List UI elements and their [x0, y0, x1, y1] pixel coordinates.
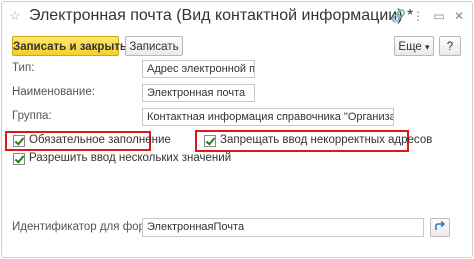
title-bar: ☆ Электронная почта (Вид контактной инфо…	[2, 2, 472, 32]
type-field[interactable]: Адрес электронной почты	[142, 60, 255, 78]
link-icon[interactable]: 🔗	[391, 9, 406, 23]
more-dots-icon[interactable]: ⋮	[411, 9, 425, 23]
window-title: Электронная почта (Вид контактной информ…	[29, 7, 414, 24]
required-label: Обязательное заполнение	[29, 134, 171, 146]
close-icon[interactable]: ✕	[452, 9, 466, 23]
chevron-down-icon: ▾	[425, 42, 430, 52]
star-icon[interactable]: ☆	[9, 8, 23, 23]
group-field[interactable]: Контактная информация справочника "Орган…	[142, 108, 394, 126]
more-menu-label: Еще	[398, 41, 422, 53]
more-menu-button[interactable]: Еще ▾	[394, 36, 434, 56]
save-button[interactable]: Записать	[125, 36, 183, 56]
forbid-invalid-label: Запрещать ввод некорректных адресов	[220, 134, 433, 146]
type-label: Тип:	[12, 62, 35, 74]
save-and-close-button[interactable]: Записать и закрыть	[12, 36, 127, 56]
name-field[interactable]: Электронная почта	[142, 84, 255, 102]
help-button[interactable]: ?	[439, 36, 461, 56]
maximize-icon[interactable]: ▭	[432, 9, 446, 23]
allow-multiple-label: Разрешить ввод нескольких значений	[29, 152, 232, 164]
allow-multiple-checkbox[interactable]	[13, 153, 25, 165]
name-label: Наименование:	[12, 86, 95, 98]
forbid-invalid-checkbox[interactable]	[204, 135, 216, 147]
refresh-arrow-icon	[435, 220, 446, 230]
refresh-button[interactable]	[430, 218, 450, 237]
formula-id-field[interactable]: ЭлектроннаяПочта	[142, 218, 424, 237]
dialog-window: ☆ Электронная почта (Вид контактной инфо…	[1, 1, 473, 258]
required-checkbox[interactable]	[13, 135, 25, 147]
group-label: Группа:	[12, 110, 52, 122]
